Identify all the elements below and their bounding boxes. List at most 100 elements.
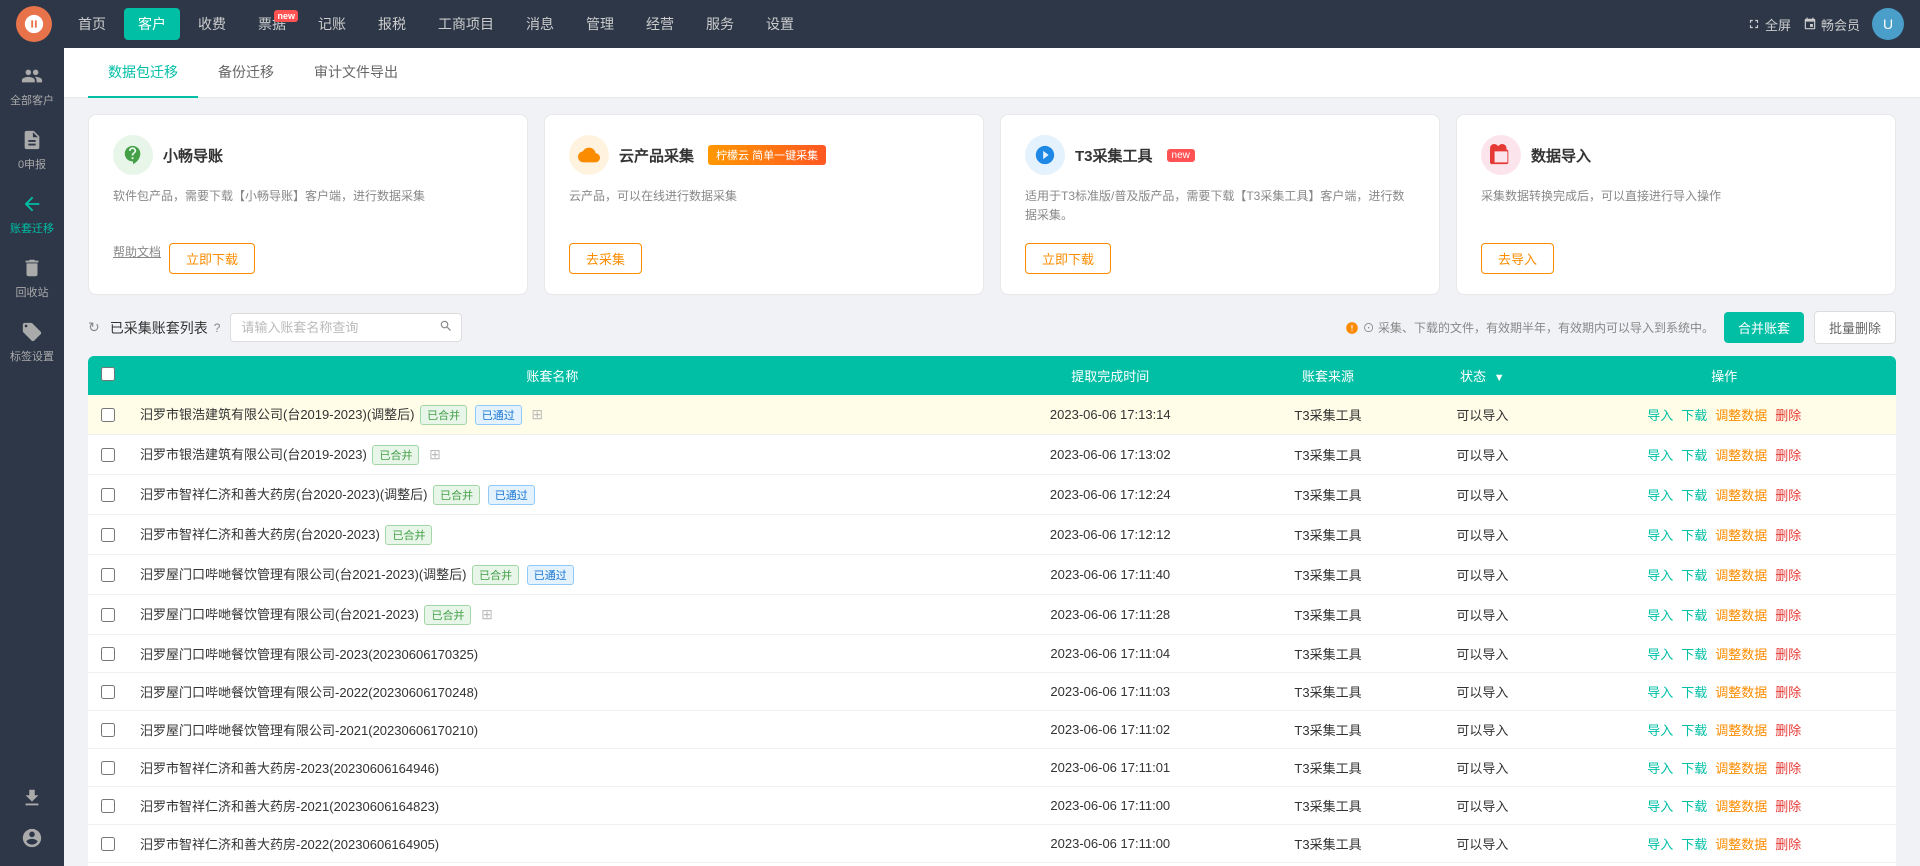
cloud-collect-button[interactable]: 去采集 <box>569 243 642 274</box>
action-导入[interactable]: 导入 <box>1647 568 1673 583</box>
data-import-button[interactable]: 去导入 <box>1481 243 1554 274</box>
nav-client[interactable]: 客户 <box>124 8 180 40</box>
user-avatar[interactable]: U <box>1872 8 1904 40</box>
batch-delete-button[interactable]: 批量删除 <box>1814 311 1896 344</box>
action-下载[interactable]: 下载 <box>1681 837 1707 852</box>
sidebar-item-all-clients[interactable]: 全部客户 <box>4 56 60 116</box>
action-导入[interactable]: 导入 <box>1647 685 1673 700</box>
action-delete[interactable]: 删除 <box>1775 685 1801 700</box>
action-下载[interactable]: 下载 <box>1681 608 1707 623</box>
row-checkbox[interactable] <box>101 488 115 502</box>
action-adjust[interactable]: 调整数据 <box>1715 528 1767 543</box>
action-adjust[interactable]: 调整数据 <box>1715 448 1767 463</box>
action-下载[interactable]: 下载 <box>1681 647 1707 662</box>
row-checkbox[interactable] <box>101 408 115 422</box>
action-adjust[interactable]: 调整数据 <box>1715 723 1767 738</box>
action-delete[interactable]: 删除 <box>1775 608 1801 623</box>
row-checkbox[interactable] <box>101 761 115 775</box>
nav-operation[interactable]: 经营 <box>632 8 688 40</box>
sidebar-item-account-migrate[interactable]: 账套迁移 <box>4 184 60 244</box>
sidebar-item-tag-settings[interactable]: 标签设置 <box>4 312 60 372</box>
action-下载[interactable]: 下载 <box>1681 723 1707 738</box>
action-adjust[interactable]: 调整数据 <box>1715 608 1767 623</box>
action-导入[interactable]: 导入 <box>1647 761 1673 776</box>
action-导入[interactable]: 导入 <box>1647 799 1673 814</box>
sidebar-item-zero-report[interactable]: 0申报 <box>4 120 60 180</box>
search-input[interactable] <box>231 315 431 340</box>
tab-audit-export[interactable]: 审计文件导出 <box>294 48 418 98</box>
action-adjust[interactable]: 调整数据 <box>1715 761 1767 776</box>
sidebar-item-user-profile[interactable] <box>4 818 60 858</box>
action-delete[interactable]: 删除 <box>1775 408 1801 423</box>
action-adjust[interactable]: 调整数据 <box>1715 488 1767 503</box>
nav-service[interactable]: 服务 <box>692 8 748 40</box>
nav-ticket[interactable]: 票据 new <box>244 8 300 40</box>
list-refresh-icon[interactable]: ↻ <box>88 319 100 336</box>
select-all-checkbox[interactable] <box>101 367 115 381</box>
action-下载[interactable]: 下载 <box>1681 488 1707 503</box>
row-extra-icon[interactable]: ⊞ <box>531 406 543 422</box>
row-checkbox[interactable] <box>101 448 115 462</box>
row-extra-icon[interactable]: ⊞ <box>429 446 441 462</box>
nav-tax[interactable]: 报税 <box>364 8 420 40</box>
action-下载[interactable]: 下载 <box>1681 761 1707 776</box>
action-delete[interactable]: 删除 <box>1775 837 1801 852</box>
action-delete[interactable]: 删除 <box>1775 528 1801 543</box>
nav-home[interactable]: 首页 <box>64 8 120 40</box>
action-导入[interactable]: 导入 <box>1647 408 1673 423</box>
row-checkbox[interactable] <box>101 528 115 542</box>
status-sort-icon[interactable]: ▼ <box>1494 372 1505 384</box>
action-delete[interactable]: 删除 <box>1775 568 1801 583</box>
search-button[interactable] <box>431 314 461 341</box>
action-导入[interactable]: 导入 <box>1647 448 1673 463</box>
nav-manage[interactable]: 管理 <box>572 8 628 40</box>
t3-download-button[interactable]: 立即下载 <box>1025 243 1111 274</box>
action-adjust[interactable]: 调整数据 <box>1715 568 1767 583</box>
app-logo[interactable] <box>16 6 52 42</box>
action-adjust[interactable]: 调整数据 <box>1715 647 1767 662</box>
action-下载[interactable]: 下载 <box>1681 568 1707 583</box>
small-account-download-button[interactable]: 立即下载 <box>169 243 255 274</box>
help-doc-link[interactable]: 帮助文档 <box>113 243 161 274</box>
action-下载[interactable]: 下载 <box>1681 528 1707 543</box>
action-delete[interactable]: 删除 <box>1775 488 1801 503</box>
action-下载[interactable]: 下载 <box>1681 685 1707 700</box>
fullscreen-button[interactable]: 全屏 <box>1747 15 1791 34</box>
action-delete[interactable]: 删除 <box>1775 723 1801 738</box>
action-导入[interactable]: 导入 <box>1647 837 1673 852</box>
action-adjust[interactable]: 调整数据 <box>1715 685 1767 700</box>
nav-message[interactable]: 消息 <box>512 8 568 40</box>
action-导入[interactable]: 导入 <box>1647 723 1673 738</box>
action-adjust[interactable]: 调整数据 <box>1715 837 1767 852</box>
nav-bookkeeping[interactable]: 记账 <box>304 8 360 40</box>
sidebar-item-recycle[interactable]: 回收站 <box>4 248 60 308</box>
action-adjust[interactable]: 调整数据 <box>1715 408 1767 423</box>
action-导入[interactable]: 导入 <box>1647 608 1673 623</box>
row-checkbox[interactable] <box>101 723 115 737</box>
row-checkbox[interactable] <box>101 647 115 661</box>
member-button[interactable]: 畅会员 <box>1803 15 1860 34</box>
tab-data-migrate[interactable]: 数据包迁移 <box>88 48 198 98</box>
row-checkbox[interactable] <box>101 685 115 699</box>
row-checkbox[interactable] <box>101 799 115 813</box>
action-导入[interactable]: 导入 <box>1647 647 1673 662</box>
action-导入[interactable]: 导入 <box>1647 528 1673 543</box>
list-help-icon[interactable]: ? <box>214 321 221 335</box>
sidebar-item-download[interactable] <box>4 778 60 818</box>
action-导入[interactable]: 导入 <box>1647 488 1673 503</box>
action-下载[interactable]: 下载 <box>1681 448 1707 463</box>
nav-fee[interactable]: 收费 <box>184 8 240 40</box>
action-delete[interactable]: 删除 <box>1775 647 1801 662</box>
nav-business[interactable]: 工商项目 <box>424 8 508 40</box>
tab-backup-migrate[interactable]: 备份迁移 <box>198 48 294 98</box>
nav-settings[interactable]: 设置 <box>752 8 808 40</box>
action-adjust[interactable]: 调整数据 <box>1715 799 1767 814</box>
action-下载[interactable]: 下载 <box>1681 408 1707 423</box>
action-delete[interactable]: 删除 <box>1775 761 1801 776</box>
action-delete[interactable]: 删除 <box>1775 799 1801 814</box>
row-checkbox[interactable] <box>101 608 115 622</box>
action-delete[interactable]: 删除 <box>1775 448 1801 463</box>
merge-account-button[interactable]: 合并账套 <box>1724 312 1804 343</box>
row-checkbox[interactable] <box>101 837 115 851</box>
row-extra-icon[interactable]: ⊞ <box>481 606 493 622</box>
